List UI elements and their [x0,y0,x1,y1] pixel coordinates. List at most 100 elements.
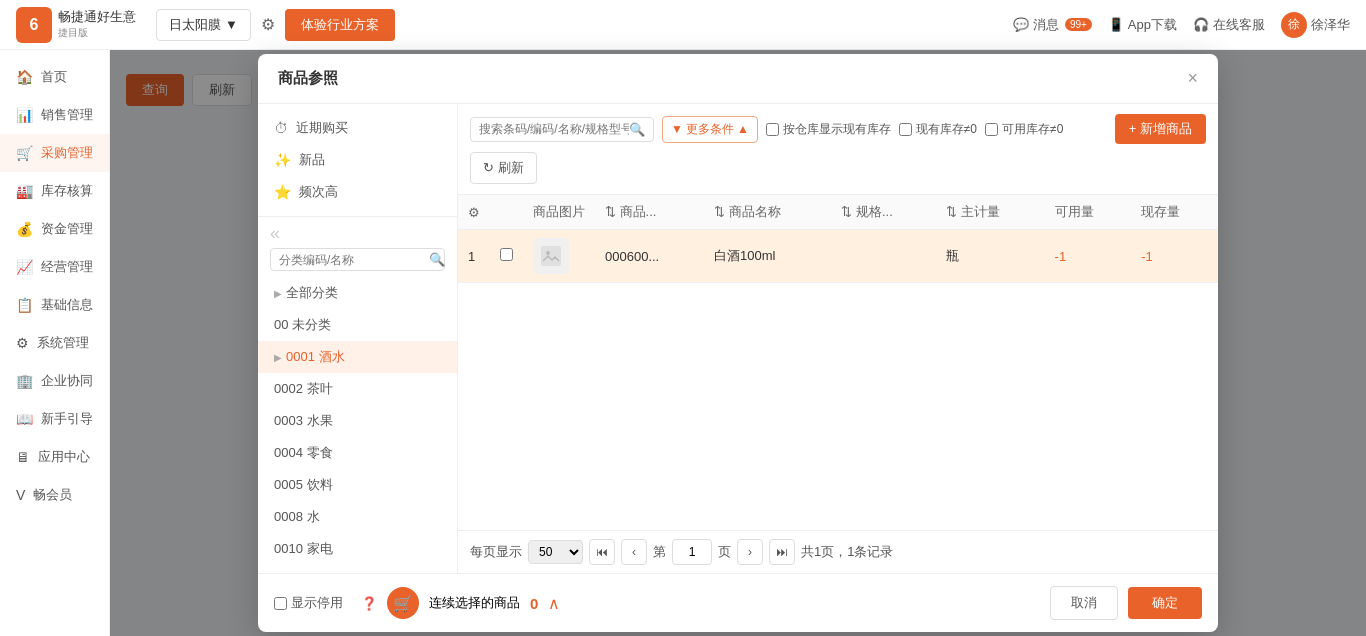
main-layout: 🏠 首页 📊 销售管理 🛒 采购管理 🏭 库存核算 💰 资金管理 📈 经营管理 … [0,50,1366,636]
col-spec[interactable]: ⇅ 规格... [831,195,936,230]
sidebar-item-vip[interactable]: V 畅会员 [0,476,109,514]
online-service-btn[interactable]: 🎧 在线客服 [1193,16,1265,34]
col-checkbox [490,195,523,230]
sidebar-item-enterprise[interactable]: 🏢 企业协同 [0,362,109,400]
search-icon[interactable]: 🔍 [629,122,645,137]
cancel-btn[interactable]: 取消 [1050,586,1118,620]
messages-badge: 99+ [1065,18,1092,31]
cat-item-label: 0005 饮料 [274,476,333,494]
available-ne0-checkbox-label[interactable]: 可用库存≠0 [985,121,1063,138]
cat-item-0003[interactable]: 0003 水果 [258,405,457,437]
cat-item-all[interactable]: ▶ 全部分类 [258,277,457,309]
messages-btn[interactable]: 💬 消息 99+ [1013,16,1092,34]
cell-code: 000600... [595,230,704,283]
page-first-btn[interactable]: ⏮ [589,539,615,565]
top-nav: 6 畅捷通好生意 捷目版 日太阳膜 ▼ ⚙ 体验行业方案 💬 消息 99+ 📱 … [0,0,1366,50]
cat-item-0002[interactable]: 0002 茶叶 [258,373,457,405]
home-icon: 🏠 [16,69,33,85]
sidebar-item-guide[interactable]: 📖 新手引导 [0,400,109,438]
finance-icon: 💰 [16,221,33,237]
refresh-btn[interactable]: ↻ 刷新 [470,152,537,184]
stock-ne0-checkbox[interactable] [899,123,912,136]
sidebar-item-finance[interactable]: 💰 资金管理 [0,210,109,248]
cell-checkbox[interactable] [490,230,523,283]
cat-search-icon[interactable]: 🔍 [429,252,445,267]
cat-quick-recent[interactable]: ⏱ 近期购买 [258,112,457,144]
sidebar-item-operations[interactable]: 📈 经营管理 [0,248,109,286]
apps-icon: 🖥 [16,449,30,465]
cat-item-0001[interactable]: ▶ 0001 酒水 [258,341,457,373]
show-disabled-label[interactable]: 显示停用 [274,594,343,612]
col-name[interactable]: ⇅ 商品名称 [704,195,831,230]
cat-item-00[interactable]: 00 未分类 [258,309,457,341]
cart-label: 连续选择的商品 [429,594,520,612]
cat-item-0005[interactable]: 0005 饮料 [258,469,457,501]
sidebar-item-inventory[interactable]: 🏭 库存核算 [0,172,109,210]
table-row[interactable]: 1 [458,230,1218,283]
cat-quick-frequent[interactable]: ⭐ 频次高 [258,176,457,208]
app-download-btn[interactable]: 📱 App下载 [1108,16,1177,34]
show-disabled-checkbox[interactable] [274,597,287,610]
sidebar-item-purchase[interactable]: 🛒 采购管理 [0,134,109,172]
cat-search-input[interactable] [279,253,429,267]
modal-overlay: 商品参照 × ⏱ 近期购买 ✨ [110,50,1366,636]
modal-header: 商品参照 × [258,54,1218,104]
sidebar-label-purchase: 采购管理 [41,144,93,162]
cat-quick-new[interactable]: ✨ 新品 [258,144,457,176]
cat-item-0008[interactable]: 0008 水 [258,501,457,533]
logo-sub: 捷目版 [58,26,136,40]
product-table: ⚙ 商品图片 ⇅ 商品... ⇅ 商品名称 ⇅ 规格... ⇅ 主计量 可用量 [458,195,1218,283]
panel-collapse-btn[interactable]: « [270,223,280,244]
sidebar-item-basic-info[interactable]: 📋 基础信息 [0,286,109,324]
page-prev-btn[interactable]: ‹ [621,539,647,565]
product-search-input[interactable] [479,122,629,136]
svg-point-1 [546,251,550,255]
page-input[interactable] [672,539,712,565]
confirm-btn[interactable]: 确定 [1128,587,1202,619]
nav-dropdown[interactable]: 日太阳膜 ▼ [156,9,251,41]
page-next-btn[interactable]: › [737,539,763,565]
trial-btn[interactable]: 体验行业方案 [285,9,395,41]
row-checkbox[interactable] [500,248,513,261]
sidebar-label-operations: 经营管理 [41,258,93,276]
cart-icon-wrap[interactable]: 🛒 [387,587,419,619]
sidebar: 🏠 首页 📊 销售管理 🛒 采购管理 🏭 库存核算 💰 资金管理 📈 经营管理 … [0,50,110,636]
col-unit[interactable]: ⇅ 主计量 [936,195,1044,230]
modal-close-btn[interactable]: × [1187,68,1198,89]
cat-item-label: 00 未分类 [274,316,331,334]
arrow-icon: ▶ [274,352,282,363]
product-reference-modal: 商品参照 × ⏱ 近期购买 ✨ [258,54,1218,632]
gear-icon[interactable]: ⚙ [261,15,275,34]
col-settings[interactable]: ⚙ [458,195,490,230]
filter-icon: ▼ [671,122,683,136]
cat-item-0004[interactable]: 0004 零食 [258,437,457,469]
app-download-label: App下载 [1128,16,1177,34]
add-product-btn[interactable]: + 新增商品 [1115,114,1206,144]
user-profile-btn[interactable]: 徐 徐泽华 [1281,12,1350,38]
page-size-select[interactable]: 50 10 20 100 [528,540,583,564]
help-icon[interactable]: ❓ [361,596,377,611]
sidebar-item-sales[interactable]: 📊 销售管理 [0,96,109,134]
show-disabled-text: 显示停用 [291,594,343,612]
cat-quick-recent-label: 近期购买 [296,119,348,137]
sidebar-item-system[interactable]: ⚙ 系统管理 [0,324,109,362]
warehouse-checkbox[interactable] [766,123,779,136]
nav-right: 💬 消息 99+ 📱 App下载 🎧 在线客服 徐 徐泽华 [1013,12,1350,38]
sidebar-item-apps[interactable]: 🖥 应用中心 [0,438,109,476]
cart-count: 0 [530,595,538,612]
cat-item-label: 0003 水果 [274,412,333,430]
cart-collapse-btn[interactable]: ∧ [548,594,560,613]
sidebar-item-home[interactable]: 🏠 首页 [0,58,109,96]
cell-spec [831,230,936,283]
available-ne0-checkbox[interactable] [985,123,998,136]
stock-ne0-checkbox-label[interactable]: 现有库存≠0 [899,121,977,138]
warehouse-checkbox-label[interactable]: 按仓库显示现有库存 [766,121,891,138]
more-filter-btn[interactable]: ▼ 更多条件 ▲ [662,116,758,143]
arrow-icon: ▶ [274,288,282,299]
cat-item-label: 全部分类 [286,284,338,302]
col-code[interactable]: ⇅ 商品... [595,195,704,230]
cat-item-0010[interactable]: 0010 家电 [258,533,457,565]
page-last-btn[interactable]: ⏭ [769,539,795,565]
message-icon: 💬 [1013,17,1029,32]
sidebar-label-finance: 资金管理 [41,220,93,238]
